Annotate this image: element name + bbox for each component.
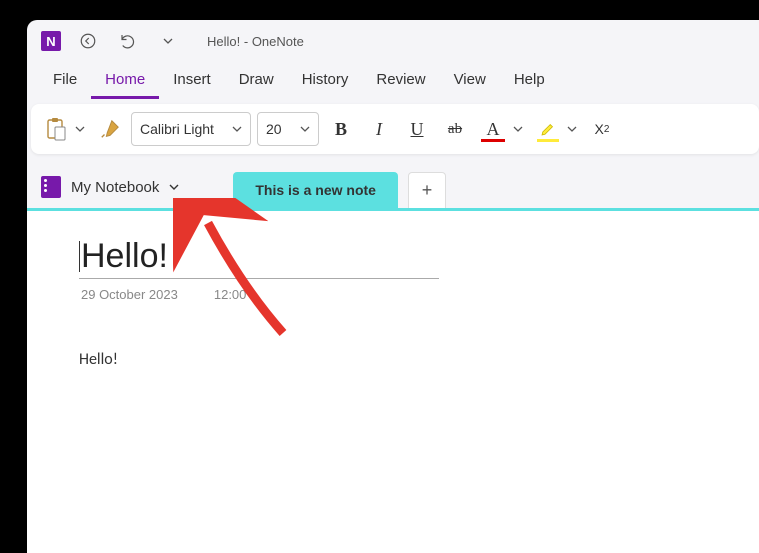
page-meta: 29 October 2023 12:00	[79, 279, 759, 302]
section-tab-active[interactable]: This is a new note	[233, 172, 398, 208]
underline-button[interactable]: U	[401, 112, 433, 146]
font-color-dropdown[interactable]	[509, 112, 527, 146]
undo-button[interactable]	[115, 28, 141, 54]
bold-button[interactable]: B	[325, 112, 357, 146]
page-title-input[interactable]: Hello!	[79, 237, 439, 279]
back-arrow-icon	[79, 32, 97, 50]
chevron-down-icon	[163, 36, 173, 46]
highlighter-icon	[539, 120, 557, 138]
highlight-dropdown[interactable]	[563, 112, 581, 146]
menu-history[interactable]: History	[288, 63, 363, 99]
subscript-button[interactable]: X2	[587, 112, 617, 146]
page-date: 29 October 2023	[81, 287, 178, 302]
doc-title-text: Hello!	[207, 34, 240, 49]
page-time: 12:00	[214, 287, 247, 302]
font-color-button[interactable]: A	[477, 112, 509, 146]
menu-draw[interactable]: Draw	[225, 63, 288, 99]
plus-icon: +	[422, 180, 433, 201]
font-color-split[interactable]: A	[477, 112, 527, 146]
chevron-down-icon	[232, 124, 242, 134]
chevron-down-icon	[75, 124, 85, 134]
chevron-down-icon	[300, 124, 310, 134]
title-bar: Hello! - OneNote	[27, 20, 759, 62]
font-size-value: 20	[266, 121, 282, 137]
menu-home[interactable]: Home	[91, 63, 159, 99]
font-name-selector[interactable]: Calibri Light	[131, 112, 251, 146]
paste-button[interactable]	[41, 112, 71, 146]
highlight-button[interactable]	[533, 112, 563, 146]
format-painter-button[interactable]	[95, 112, 125, 146]
onenote-logo-icon	[41, 31, 61, 51]
notebook-selector[interactable]: My Notebook	[41, 170, 189, 208]
window-title: Hello! - OneNote	[207, 34, 304, 49]
italic-button[interactable]: I	[363, 112, 395, 146]
paintbrush-icon	[99, 118, 121, 140]
notebook-icon	[41, 176, 61, 198]
chevron-down-icon	[169, 182, 179, 192]
ribbon-home: Calibri Light 20 B I U ab A X2	[31, 104, 759, 154]
page-body-text[interactable]: Hello!	[79, 350, 759, 369]
app-name-text: OneNote	[252, 34, 304, 49]
menu-file[interactable]: File	[39, 63, 91, 99]
font-name-value: Calibri Light	[140, 121, 214, 137]
menu-bar: File Home Insert Draw History Review Vie…	[27, 62, 759, 100]
menu-view[interactable]: View	[440, 63, 500, 99]
app-window: Hello! - OneNote File Home Insert Draw H…	[27, 20, 759, 553]
highlight-split[interactable]	[533, 112, 581, 146]
menu-help[interactable]: Help	[500, 63, 559, 99]
clipboard-icon	[45, 117, 67, 141]
chevron-down-icon	[567, 124, 577, 134]
notebook-bar: My Notebook This is a new note +	[27, 160, 759, 208]
notebook-name: My Notebook	[71, 179, 159, 196]
strikethrough-button[interactable]: ab	[439, 112, 471, 146]
add-section-button[interactable]: +	[408, 172, 446, 208]
font-size-selector[interactable]: 20	[257, 112, 319, 146]
menu-review[interactable]: Review	[362, 63, 439, 99]
back-button[interactable]	[75, 28, 101, 54]
undo-icon	[119, 32, 137, 50]
paste-dropdown[interactable]	[71, 112, 89, 146]
title-separator: -	[240, 34, 252, 49]
qat-customize-button[interactable]	[155, 28, 181, 54]
page-editor[interactable]: Hello! 29 October 2023 12:00 Hello!	[27, 211, 759, 553]
paste-split-button[interactable]	[41, 112, 89, 146]
menu-insert[interactable]: Insert	[159, 63, 225, 99]
chevron-down-icon	[513, 124, 523, 134]
section-tab-strip: This is a new note +	[233, 172, 446, 208]
